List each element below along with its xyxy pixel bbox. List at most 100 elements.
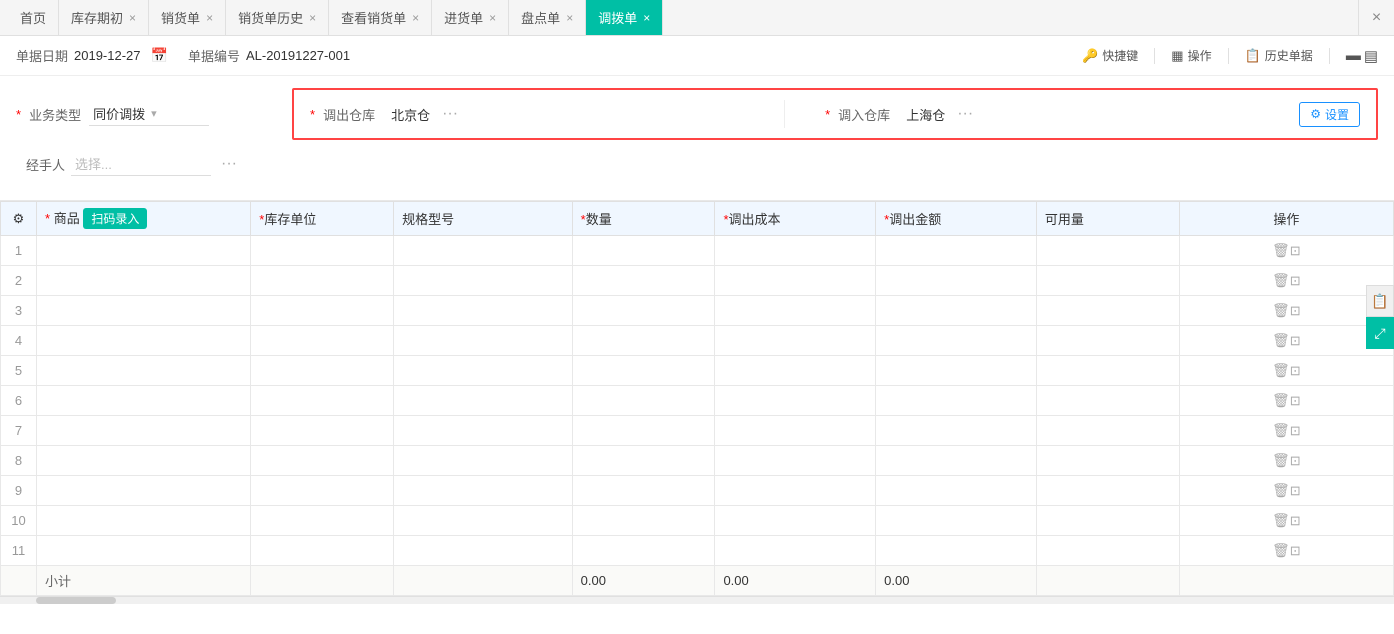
spec-cell[interactable]	[394, 536, 573, 566]
copy-icon[interactable]: ⊡	[1290, 243, 1301, 258]
delete-icon[interactable]: 🗑	[1272, 422, 1290, 438]
delete-icon[interactable]: 🗑	[1272, 482, 1290, 498]
copy-icon[interactable]: ⊡	[1290, 363, 1301, 378]
out-warehouse-value[interactable]: 北京仓	[391, 105, 430, 124]
out-warehouse-more-icon[interactable]: ···	[442, 105, 458, 123]
spec-cell[interactable]	[394, 266, 573, 296]
cost-cell[interactable]	[715, 356, 876, 386]
close-icon[interactable]: ×	[129, 12, 136, 24]
unit-cell[interactable]	[251, 266, 394, 296]
amount-cell[interactable]	[876, 296, 1037, 326]
unit-cell[interactable]	[251, 326, 394, 356]
layout-grid-button[interactable]: ▬ ▤	[1346, 47, 1378, 65]
unit-cell[interactable]	[251, 446, 394, 476]
note-float-button[interactable]: 📋	[1366, 285, 1394, 317]
delete-icon[interactable]: 🗑	[1272, 392, 1290, 408]
product-cell[interactable]	[37, 536, 251, 566]
delete-icon[interactable]: 🗑	[1272, 512, 1290, 528]
delete-icon[interactable]: 🗑	[1272, 242, 1290, 258]
amount-cell[interactable]	[876, 476, 1037, 506]
horizontal-scrollbar[interactable]	[0, 596, 1394, 604]
copy-icon[interactable]: ⊡	[1290, 333, 1301, 348]
cost-cell[interactable]	[715, 296, 876, 326]
quantity-cell[interactable]	[572, 356, 715, 386]
available-cell[interactable]	[1036, 506, 1179, 536]
product-cell[interactable]	[37, 386, 251, 416]
product-cell[interactable]	[37, 356, 251, 386]
copy-icon[interactable]: ⊡	[1290, 513, 1301, 528]
spec-cell[interactable]	[394, 386, 573, 416]
settings-button[interactable]: ⚙ 设置	[1299, 102, 1360, 127]
product-cell[interactable]	[37, 506, 251, 536]
calendar-icon[interactable]: 📅	[151, 47, 168, 64]
close-icon[interactable]: ×	[412, 12, 419, 24]
product-cell[interactable]	[37, 326, 251, 356]
copy-icon[interactable]: ⊡	[1290, 303, 1301, 318]
copy-icon[interactable]: ⊡	[1290, 543, 1301, 558]
delete-icon[interactable]: 🗑	[1272, 542, 1290, 558]
amount-cell[interactable]	[876, 386, 1037, 416]
unit-cell[interactable]	[251, 506, 394, 536]
handler-more-icon[interactable]: ···	[221, 155, 237, 173]
available-cell[interactable]	[1036, 296, 1179, 326]
tab-sales-order[interactable]: 销货单 ×	[149, 0, 226, 35]
copy-icon[interactable]: ⊡	[1290, 423, 1301, 438]
scrollbar-thumb[interactable]	[36, 597, 116, 604]
unit-cell[interactable]	[251, 386, 394, 416]
copy-icon[interactable]: ⊡	[1290, 483, 1301, 498]
unit-cell[interactable]	[251, 476, 394, 506]
tab-sales-history[interactable]: 销货单历史 ×	[226, 0, 329, 35]
quantity-cell[interactable]	[572, 416, 715, 446]
amount-cell[interactable]	[876, 416, 1037, 446]
product-cell[interactable]	[37, 266, 251, 296]
handler-input[interactable]: 选择...	[71, 152, 211, 176]
col-settings[interactable]: ⚙	[1, 202, 37, 236]
gear-icon[interactable]: ⚙	[13, 211, 25, 226]
spec-cell[interactable]	[394, 416, 573, 446]
quantity-cell[interactable]	[572, 236, 715, 266]
amount-cell[interactable]	[876, 536, 1037, 566]
amount-cell[interactable]	[876, 356, 1037, 386]
spec-cell[interactable]	[394, 506, 573, 536]
close-icon[interactable]: ×	[489, 12, 496, 24]
quantity-cell[interactable]	[572, 446, 715, 476]
spec-cell[interactable]	[394, 236, 573, 266]
number-value[interactable]: AL-20191227-001	[246, 48, 350, 63]
unit-cell[interactable]	[251, 296, 394, 326]
tab-inventory[interactable]: 盘点单 ×	[509, 0, 586, 35]
unit-cell[interactable]	[251, 236, 394, 266]
amount-cell[interactable]	[876, 326, 1037, 356]
quantity-cell[interactable]	[572, 266, 715, 296]
tab-home[interactable]: 首页	[8, 0, 59, 35]
spec-cell[interactable]	[394, 476, 573, 506]
amount-cell[interactable]	[876, 236, 1037, 266]
quantity-cell[interactable]	[572, 296, 715, 326]
available-cell[interactable]	[1036, 386, 1179, 416]
in-warehouse-more-icon[interactable]: ···	[957, 105, 973, 123]
cost-cell[interactable]	[715, 416, 876, 446]
product-cell[interactable]	[37, 296, 251, 326]
cost-cell[interactable]	[715, 266, 876, 296]
amount-cell[interactable]	[876, 506, 1037, 536]
shortcuts-button[interactable]: 🔑 快捷键	[1082, 47, 1138, 64]
quantity-cell[interactable]	[572, 506, 715, 536]
unit-cell[interactable]	[251, 356, 394, 386]
quantity-cell[interactable]	[572, 386, 715, 416]
in-warehouse-value[interactable]: 上海仓	[906, 105, 945, 124]
available-cell[interactable]	[1036, 416, 1179, 446]
cost-cell[interactable]	[715, 386, 876, 416]
date-value[interactable]: 2019-12-27	[74, 48, 141, 63]
copy-icon[interactable]: ⊡	[1290, 273, 1301, 288]
delete-icon[interactable]: 🗑	[1272, 452, 1290, 468]
cost-cell[interactable]	[715, 326, 876, 356]
product-cell[interactable]	[37, 236, 251, 266]
cost-cell[interactable]	[715, 506, 876, 536]
copy-icon[interactable]: ⊡	[1290, 453, 1301, 468]
scan-button[interactable]: 扫码录入	[83, 208, 147, 229]
delete-icon[interactable]: 🗑	[1272, 302, 1290, 318]
quantity-cell[interactable]	[572, 326, 715, 356]
available-cell[interactable]	[1036, 356, 1179, 386]
available-cell[interactable]	[1036, 476, 1179, 506]
cost-cell[interactable]	[715, 536, 876, 566]
operations-button[interactable]: ▦ 操作	[1171, 47, 1211, 64]
